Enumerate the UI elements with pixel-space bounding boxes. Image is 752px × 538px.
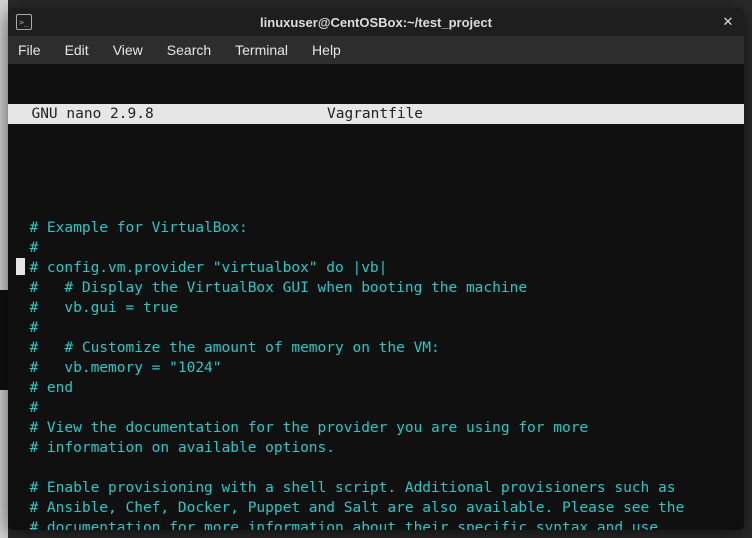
window-title: linuxuser@CentOSBox:~/test_project <box>8 15 744 30</box>
terminal-viewport[interactable]: GNU nano 2.9.8 Vagrantfile # Example for… <box>8 64 744 530</box>
editor-line: # Example for VirtualBox: <box>12 218 740 238</box>
editor-line: # Enable provisioning with a shell scrip… <box>12 478 740 498</box>
editor-line: # <box>12 398 740 418</box>
editor-line: # # Customize the amount of memory on th… <box>12 338 740 358</box>
editor-line: # documentation for more information abo… <box>12 518 740 530</box>
menu-terminal[interactable]: Terminal <box>231 38 292 62</box>
nano-filename: Vagrantfile <box>327 104 423 124</box>
menu-file[interactable]: File <box>14 38 45 62</box>
close-icon[interactable]: ✕ <box>718 12 738 32</box>
editor-line <box>12 458 740 478</box>
nano-version: GNU nano 2.9.8 <box>12 104 327 124</box>
editor-line: # information on available options. <box>12 438 740 458</box>
editor-line: # # Display the VirtualBox GUI when boot… <box>12 278 740 298</box>
menu-view[interactable]: View <box>109 38 147 62</box>
editor-line: # <box>12 238 740 258</box>
background-window-sliver <box>0 0 8 538</box>
menubar: File Edit View Search Terminal Help <box>8 36 744 64</box>
nano-status-line: GNU nano 2.9.8 Vagrantfile <box>8 104 744 124</box>
editor-line: # View the documentation for the provide… <box>12 418 740 438</box>
menu-edit[interactable]: Edit <box>61 38 93 62</box>
window-titlebar[interactable]: linuxuser@CentOSBox:~/test_project ✕ <box>8 8 744 36</box>
editor-line: # vb.memory = "1024" <box>12 358 740 378</box>
text-cursor <box>16 258 25 275</box>
editor-line: # <box>12 318 740 338</box>
terminal-icon <box>16 14 32 30</box>
editor-line: # Ansible, Chef, Docker, Puppet and Salt… <box>12 498 740 518</box>
editor-line: # config.vm.provider "virtualbox" do |vb… <box>12 258 740 278</box>
editor-line: # vb.gui = true <box>12 298 740 318</box>
menu-help[interactable]: Help <box>308 38 345 62</box>
editor-content[interactable]: # Example for VirtualBox: # # config.vm.… <box>8 218 744 530</box>
editor-line: # end <box>12 378 740 398</box>
terminal-window: linuxuser@CentOSBox:~/test_project ✕ Fil… <box>8 8 744 530</box>
menu-search[interactable]: Search <box>163 38 215 62</box>
